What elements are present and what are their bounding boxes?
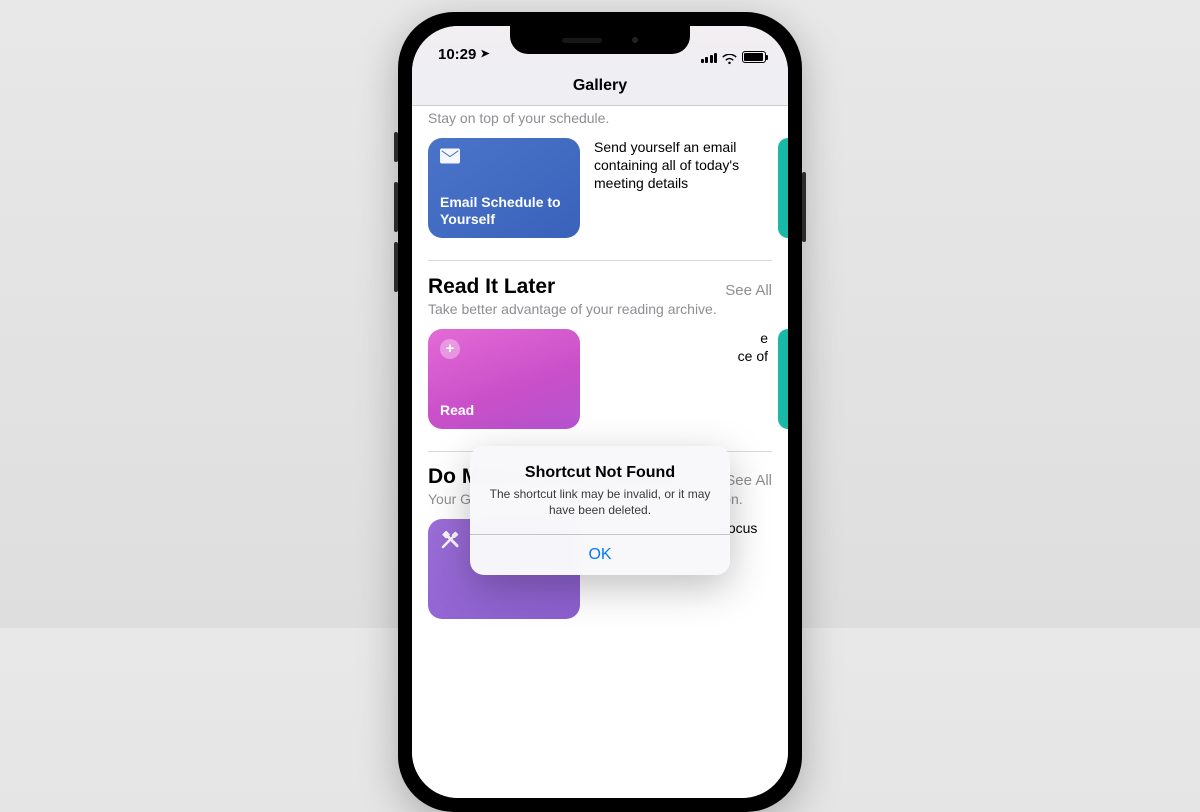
shortcut-card-email-schedule[interactable]: Email Schedule to Yourself xyxy=(428,138,580,238)
next-card-peek[interactable] xyxy=(778,138,788,238)
see-all-link[interactable]: See All xyxy=(725,282,772,299)
nav-title: Gallery xyxy=(573,77,627,95)
shortcut-card-read[interactable]: + Read xyxy=(428,329,580,429)
card-title: Read xyxy=(440,402,568,419)
mute-switch xyxy=(394,132,398,162)
mail-icon xyxy=(440,148,568,169)
next-card-peek[interactable] xyxy=(778,329,788,429)
alert-ok-button[interactable]: OK xyxy=(470,535,730,575)
card-description: Send yourself an email containing all of… xyxy=(594,138,772,193)
status-time: 10:29 xyxy=(438,46,476,63)
wifi-icon xyxy=(722,52,737,63)
volume-up xyxy=(394,182,398,232)
notch xyxy=(510,26,690,54)
section-title: Read It Later xyxy=(428,275,555,299)
section-subtitle: Take better advantage of your reading ar… xyxy=(428,301,772,317)
section-read-later: Read It Later See All Take better advant… xyxy=(412,275,788,429)
alert-title: Shortcut Not Found xyxy=(486,464,714,482)
see-all-link[interactable]: See All xyxy=(725,106,772,108)
power-button xyxy=(802,172,806,242)
alert-message: The shortcut link may be invalid, or it … xyxy=(486,486,714,518)
section-subtitle: Stay on top of your schedule. xyxy=(428,110,772,126)
plus-icon: + xyxy=(440,339,460,359)
card-title: Email Schedule to Yourself xyxy=(440,194,568,228)
see-all-link[interactable]: See All xyxy=(725,472,772,489)
alert-dialog: Shortcut Not Found The shortcut link may… xyxy=(470,446,730,575)
cellular-icon xyxy=(701,52,718,63)
card-description: e ce of xyxy=(594,329,772,365)
battery-icon xyxy=(742,51,766,63)
screen: 10:29 ➤ Gallery xyxy=(412,26,788,798)
section-title: Put It on the Calendar xyxy=(428,106,645,108)
volume-down xyxy=(394,242,398,292)
phone-frame: 10:29 ➤ Gallery xyxy=(398,12,802,812)
divider xyxy=(428,260,772,261)
nav-bar: Gallery xyxy=(412,66,788,106)
section-calendar: Put It on the Calendar See All Stay on t… xyxy=(412,106,788,238)
location-icon: ➤ xyxy=(480,47,489,60)
